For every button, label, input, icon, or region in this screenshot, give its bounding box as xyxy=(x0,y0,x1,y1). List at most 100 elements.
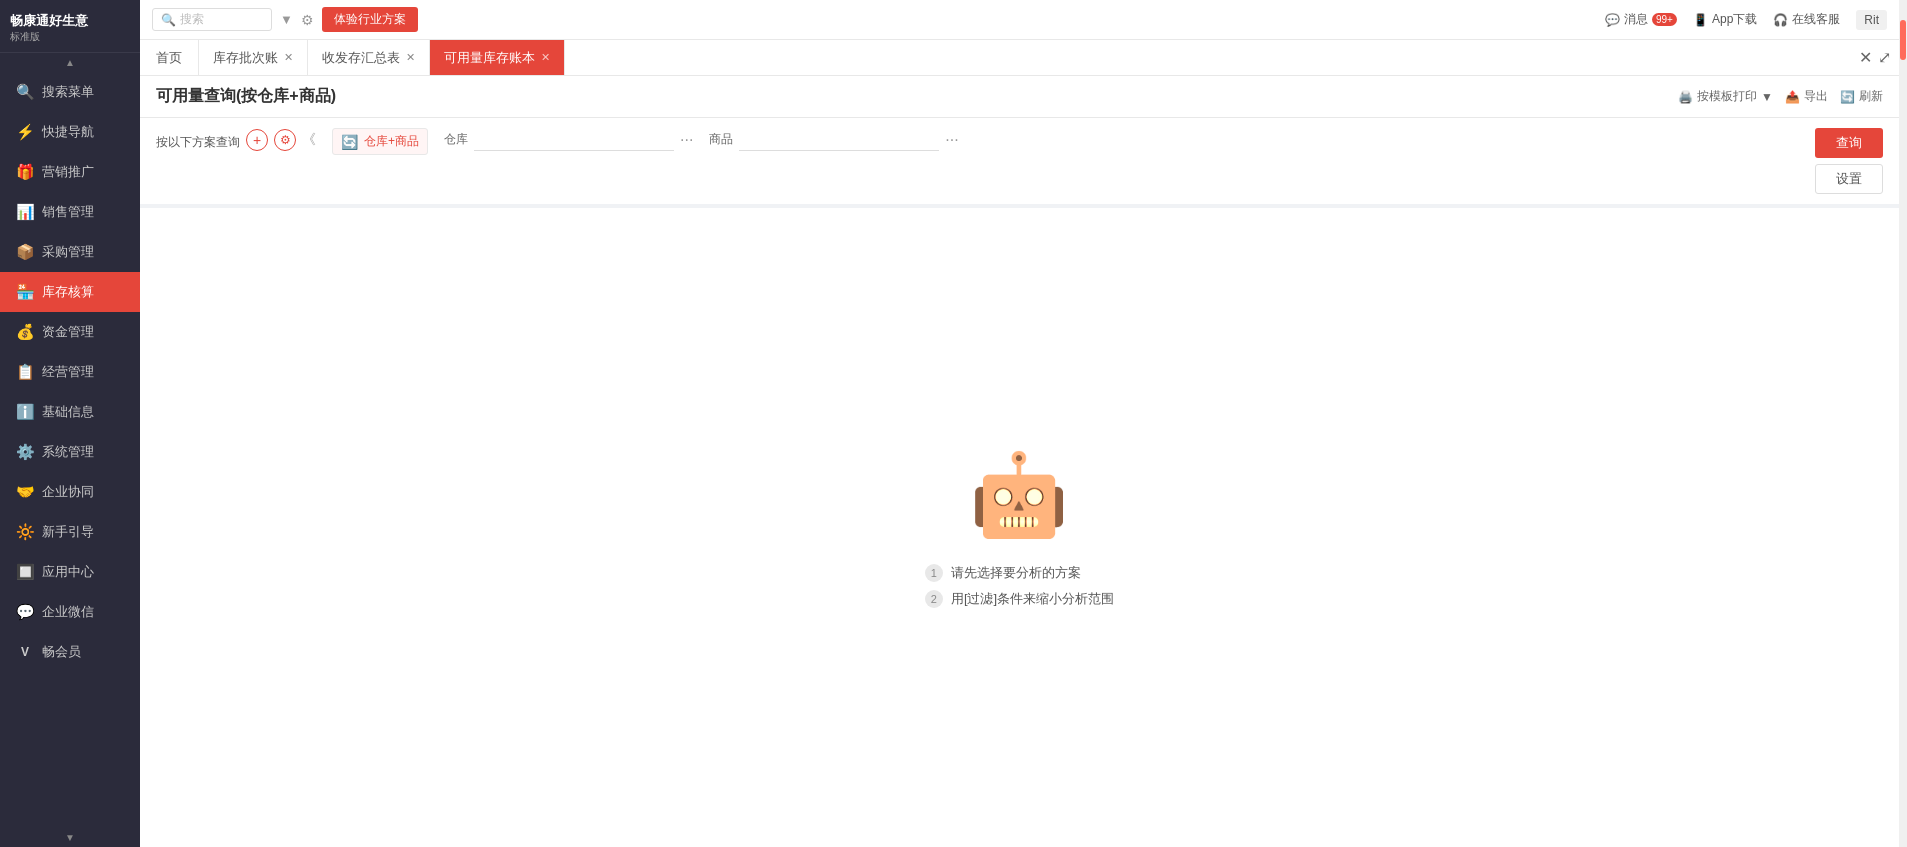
sidebar-item-app-center[interactable]: 🔲 应用中心 xyxy=(0,552,140,592)
filter-fields-row: 仓库 ··· 商品 ··· xyxy=(444,128,1799,151)
filter-area: 按以下方案查询 + ⚙ 《 🔄 仓库+商品 仓库 ··· xyxy=(140,118,1899,204)
message-label: 消息 xyxy=(1624,11,1648,28)
query-button[interactable]: 查询 xyxy=(1815,128,1883,158)
tab-available-ledger[interactable]: 可用量库存账本 ✕ xyxy=(430,40,565,75)
tab-close-btn[interactable]: ✕ xyxy=(1859,48,1872,67)
gift-icon: 🎁 xyxy=(16,163,34,181)
top-bar-right: 💬 消息 99+ 📱 App下载 🎧 在线客服 Rit xyxy=(1605,10,1887,30)
user-avatar[interactable]: Rit xyxy=(1856,10,1887,30)
export-label: 导出 xyxy=(1804,88,1828,105)
tab-batch-account[interactable]: 库存批次账 ✕ xyxy=(199,40,308,75)
sidebar-item-label: 资金管理 xyxy=(42,323,94,341)
warehouse-dots-btn[interactable]: ··· xyxy=(680,131,693,149)
sidebar-item-system[interactable]: ⚙️ 系统管理 xyxy=(0,432,140,472)
message-btn[interactable]: 💬 消息 99+ xyxy=(1605,11,1677,28)
sidebar-item-label: 采购管理 xyxy=(42,243,94,261)
sidebar-item-marketing[interactable]: 🎁 营销推广 xyxy=(0,152,140,192)
tab-batch-account-close[interactable]: ✕ xyxy=(284,51,293,64)
tab-receipt-summary[interactable]: 收发存汇总表 ✕ xyxy=(308,40,430,75)
tab-available-ledger-close[interactable]: ✕ xyxy=(541,51,550,64)
info-icon: ℹ️ xyxy=(16,403,34,421)
search-placeholder-text: 搜索 xyxy=(180,11,204,28)
action-buttons: 查询 设置 xyxy=(1815,128,1883,194)
sidebar-item-inventory[interactable]: 🏪 库存核算 xyxy=(0,272,140,312)
sidebar-item-basic-info[interactable]: ℹ️ 基础信息 xyxy=(0,392,140,432)
app-download-btn[interactable]: 📱 App下载 xyxy=(1693,11,1757,28)
sidebar-item-new-guide[interactable]: 🔆 新手引导 xyxy=(0,512,140,552)
sidebar-item-label: 经营管理 xyxy=(42,363,94,381)
scroll-up-arrow[interactable]: ▲ xyxy=(0,53,140,72)
print-btn[interactable]: 🖨️ 按模板打印 ▼ xyxy=(1678,88,1773,105)
online-service-btn[interactable]: 🎧 在线客服 xyxy=(1773,11,1840,28)
trial-button[interactable]: 体验行业方案 xyxy=(322,7,418,32)
column-settings-button[interactable]: 设置 xyxy=(1815,164,1883,194)
money-icon: 💰 xyxy=(16,323,34,341)
empty-content: 🤖 1 请先选择要分析的方案 2 用[过滤]条件来缩小分析范围 xyxy=(925,448,1114,608)
sidebar-item-search[interactable]: 🔍 搜索菜单 xyxy=(0,72,140,112)
filter-config-button[interactable]: ⚙ xyxy=(274,129,296,151)
sidebar-item-label: 基础信息 xyxy=(42,403,94,421)
tab-receipt-summary-label: 收发存汇总表 xyxy=(322,49,400,67)
app-download-label: App下载 xyxy=(1712,11,1757,28)
tab-receipt-summary-close[interactable]: ✕ xyxy=(406,51,415,64)
page-content: 可用量查询(按仓库+商品) 🖨️ 按模板打印 ▼ 📤 导出 🔄 刷新 xyxy=(140,76,1899,847)
sidebar-item-shortcut[interactable]: ⚡ 快捷导航 xyxy=(0,112,140,152)
search-icon-small: 🔍 xyxy=(161,13,176,27)
sidebar-item-enterprise-collab[interactable]: 🤝 企业协同 xyxy=(0,472,140,512)
shortcut-icon: ⚡ xyxy=(16,123,34,141)
print-chevron-icon: ▼ xyxy=(1761,90,1773,104)
wechat-icon: 💬 xyxy=(16,603,34,621)
scheme-label: 仓库+商品 xyxy=(364,133,419,150)
user-name: Rit xyxy=(1864,13,1879,27)
sidebar-item-purchase[interactable]: 📦 采购管理 xyxy=(0,232,140,272)
product-dots-btn[interactable]: ··· xyxy=(945,131,958,149)
sidebar-item-sales[interactable]: 📊 销售管理 xyxy=(0,192,140,232)
right-scrollbar[interactable] xyxy=(1899,0,1907,847)
settings-gear-icon[interactable]: ⚙ xyxy=(301,12,314,28)
main-area: 🔍 搜索 ▼ ⚙ 体验行业方案 💬 消息 99+ 📱 App下载 🎧 在线客服 xyxy=(140,0,1899,847)
tab-batch-account-label: 库存批次账 xyxy=(213,49,278,67)
filter-label: 按以下方案查询 xyxy=(156,128,240,151)
page-title: 可用量查询(按仓库+商品) xyxy=(156,86,336,107)
sidebar-item-finance[interactable]: 💰 资金管理 xyxy=(0,312,140,352)
sidebar-item-operations[interactable]: 📋 经营管理 xyxy=(0,352,140,392)
sidebar-item-vip[interactable]: V 畅会员 xyxy=(0,632,140,672)
tab-available-ledger-label: 可用量库存账本 xyxy=(444,49,535,67)
sidebar-item-label: 营销推广 xyxy=(42,163,94,181)
empty-tips: 1 请先选择要分析的方案 2 用[过滤]条件来缩小分析范围 xyxy=(925,564,1114,608)
empty-tip-1: 1 请先选择要分析的方案 xyxy=(925,564,1114,582)
message-badge: 99+ xyxy=(1652,13,1677,26)
app-subtitle: 标准版 xyxy=(10,30,130,44)
page-header-actions: 🖨️ 按模板打印 ▼ 📤 导出 🔄 刷新 xyxy=(1678,88,1883,105)
filter-collapse-icon[interactable]: 《 xyxy=(302,131,316,149)
tip-text-2: 用[过滤]条件来缩小分析范围 xyxy=(951,590,1114,608)
search-icon: 🔍 xyxy=(16,83,34,101)
print-label: 按模板打印 xyxy=(1697,88,1757,105)
clipboard-icon: 📋 xyxy=(16,363,34,381)
online-service-label: 在线客服 xyxy=(1792,11,1840,28)
handshake-icon: 🤝 xyxy=(16,483,34,501)
message-icon: 💬 xyxy=(1605,13,1620,27)
tab-maximize-btn[interactable]: ⤢ xyxy=(1878,48,1891,67)
home-tab-label: 首页 xyxy=(156,49,182,67)
sidebar-item-label: 畅会员 xyxy=(42,643,81,661)
search-chevron-icon[interactable]: ▼ xyxy=(280,12,293,27)
refresh-icon: 🔄 xyxy=(1840,90,1855,104)
warehouse-input[interactable] xyxy=(474,128,674,151)
tab-home[interactable]: 首页 xyxy=(140,40,199,75)
sidebar: 畅康通好生意 标准版 ▲ 🔍 搜索菜单 ⚡ 快捷导航 🎁 营销推广 📊 销售管理… xyxy=(0,0,140,847)
tip-num-1: 1 xyxy=(925,564,943,582)
top-bar: 🔍 搜索 ▼ ⚙ 体验行业方案 💬 消息 99+ 📱 App下载 🎧 在线客服 xyxy=(140,0,1899,40)
filter-add-button[interactable]: + xyxy=(246,129,268,151)
sidebar-item-enterprise-wechat[interactable]: 💬 企业微信 xyxy=(0,592,140,632)
export-btn[interactable]: 📤 导出 xyxy=(1785,88,1828,105)
scrollbar-thumb xyxy=(1900,20,1906,60)
scroll-down-arrow[interactable]: ▼ xyxy=(0,828,140,847)
refresh-btn[interactable]: 🔄 刷新 xyxy=(1840,88,1883,105)
product-input[interactable] xyxy=(739,128,939,151)
sidebar-item-label: 快捷导航 xyxy=(42,123,94,141)
sidebar-item-label: 企业微信 xyxy=(42,603,94,621)
filter-scheme-item[interactable]: 🔄 仓库+商品 xyxy=(332,128,428,155)
store-icon: 🏪 xyxy=(16,283,34,301)
top-search-box[interactable]: 🔍 搜索 xyxy=(152,8,272,31)
